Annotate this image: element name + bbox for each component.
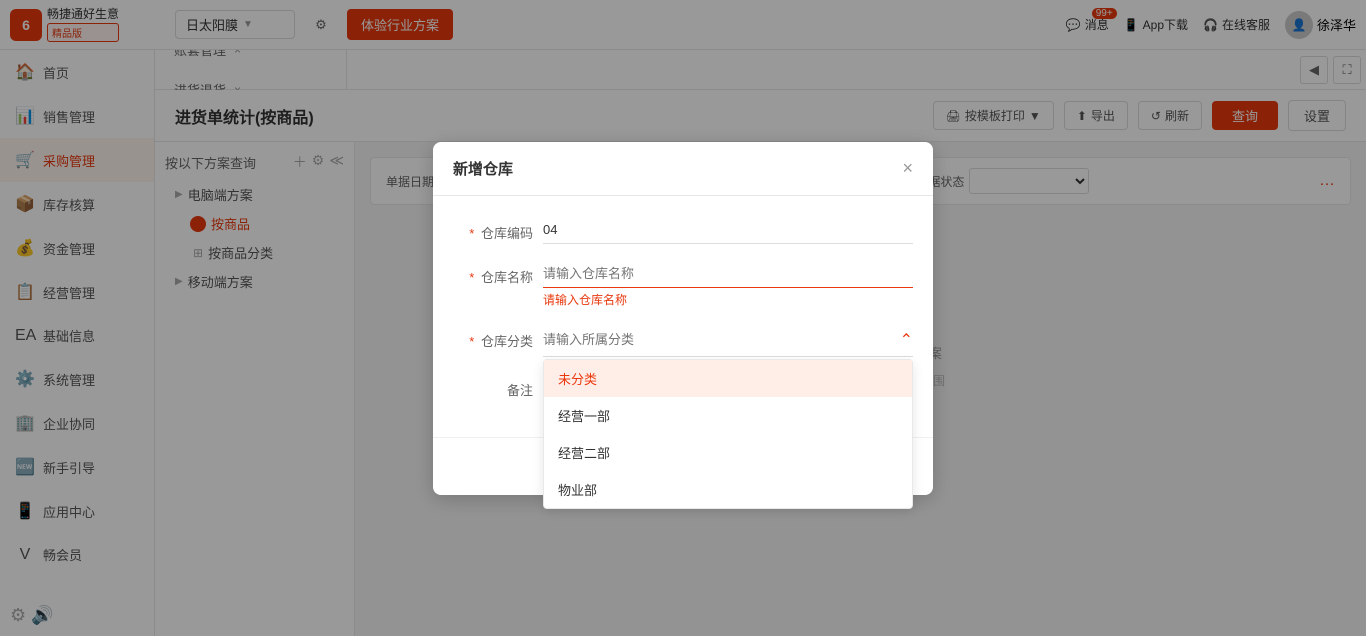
code-input[interactable] — [543, 216, 913, 244]
modal-overlay[interactable]: 新增仓库 × * 仓库编码 * 仓库名称 — [0, 0, 1366, 636]
name-error-msg: 请输入仓库名称 — [543, 291, 913, 308]
category-options: 未分类经营一部经营二部物业部 — [544, 360, 912, 508]
name-label: * 仓库名称 — [453, 260, 533, 286]
cat-option-ops2[interactable]: 经营二部 — [544, 434, 912, 471]
category-label: * 仓库分类 — [453, 324, 533, 350]
form-row-name: * 仓库名称 请输入仓库名称 — [453, 260, 913, 308]
cat-option-none[interactable]: 未分类 — [544, 360, 912, 397]
category-dropdown: 未分类经营一部经营二部物业部 — [543, 359, 913, 509]
modal-body: * 仓库编码 * 仓库名称 请输入仓库名称 — [433, 196, 933, 437]
form-row-code: * 仓库编码 — [453, 216, 913, 244]
code-control — [543, 216, 913, 244]
modal-header: 新增仓库 × — [433, 142, 933, 196]
category-input-row: ⌃ — [543, 324, 913, 357]
form-row-category: * 仓库分类 ⌃ 未分类经营一部经营二部物业部 — [453, 324, 913, 357]
name-control: 请输入仓库名称 — [543, 260, 913, 308]
name-input[interactable] — [543, 260, 913, 288]
code-label: * 仓库编码 — [453, 216, 533, 242]
modal-close-btn[interactable]: × — [902, 158, 913, 179]
category-input[interactable] — [543, 332, 900, 347]
cat-option-property[interactable]: 物业部 — [544, 471, 912, 508]
modal-title: 新增仓库 — [453, 158, 513, 179]
cat-option-ops1[interactable]: 经营一部 — [544, 397, 912, 434]
category-toggle-btn[interactable]: ⌃ — [900, 330, 913, 350]
add-warehouse-modal: 新增仓库 × * 仓库编码 * 仓库名称 — [433, 142, 933, 495]
category-control: ⌃ 未分类经营一部经营二部物业部 — [543, 324, 913, 357]
note-label: 备注 — [453, 373, 533, 399]
